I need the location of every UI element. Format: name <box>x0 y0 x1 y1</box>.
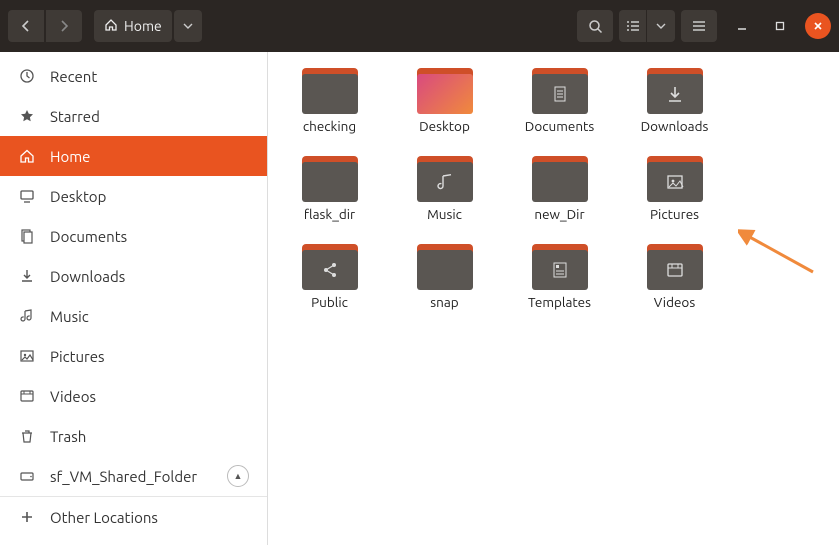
folder-label: checking <box>303 118 356 134</box>
sidebar-item-home[interactable]: Home <box>0 136 267 176</box>
folder-icon <box>417 156 473 202</box>
search-button[interactable] <box>577 10 613 42</box>
folder-icon <box>532 156 588 202</box>
sidebar-item-label: sf_VM_Shared_Folder <box>50 468 197 485</box>
folder-snap[interactable]: snap <box>407 244 482 310</box>
sidebar-item-label: Downloads <box>50 268 125 285</box>
folder-icon <box>417 68 473 114</box>
back-button[interactable] <box>8 10 44 42</box>
sidebar-item-shared[interactable]: sf_VM_Shared_Folder ▲ <box>0 456 267 496</box>
sidebar-item-label: Other Locations <box>50 509 158 526</box>
path-label: Home <box>124 18 162 34</box>
sidebar-item-label: Videos <box>50 388 96 405</box>
home-icon <box>104 18 118 35</box>
folder-label: Public <box>311 294 348 310</box>
sidebar-item-label: Home <box>50 148 90 165</box>
folder-label: Documents <box>525 118 594 134</box>
content-area[interactable]: checking Desktop Documents Downloads flask_d… <box>268 52 839 545</box>
folder-icon <box>647 68 703 114</box>
clock-icon <box>18 68 36 84</box>
eject-button[interactable]: ▲ <box>227 465 249 487</box>
documents-icon <box>18 228 36 244</box>
folder-label: Desktop <box>419 118 470 134</box>
sidebar-item-downloads[interactable]: Downloads <box>0 256 267 296</box>
hamburger-menu-button[interactable] <box>681 10 717 42</box>
folder-documents[interactable]: Documents <box>522 68 597 134</box>
drive-icon <box>18 468 36 484</box>
sidebar-item-label: Trash <box>50 428 86 445</box>
folder-icon <box>647 244 703 290</box>
video-icon <box>18 388 36 404</box>
folder-icon <box>302 244 358 290</box>
sidebar-item-music[interactable]: Music <box>0 296 267 336</box>
sidebar-item-starred[interactable]: Starred <box>0 96 267 136</box>
desktop-icon <box>18 188 36 204</box>
sidebar-item-documents[interactable]: Documents <box>0 216 267 256</box>
sidebar-item-trash[interactable]: Trash <box>0 416 267 456</box>
folder-public[interactable]: Public <box>292 244 367 310</box>
folder-label: Templates <box>528 294 591 310</box>
home-icon <box>18 148 36 164</box>
sidebar-item-recent[interactable]: Recent <box>0 56 267 96</box>
sidebar-item-label: Pictures <box>50 348 105 365</box>
folder-icon <box>302 156 358 202</box>
folder-downloads[interactable]: Downloads <box>637 68 712 134</box>
maximize-button[interactable] <box>767 13 793 39</box>
star-icon <box>18 108 36 124</box>
nav-group <box>8 10 82 42</box>
sidebar-item-videos[interactable]: Videos <box>0 376 267 416</box>
folder-icon <box>532 244 588 290</box>
download-icon <box>18 268 36 284</box>
folder-templates[interactable]: Templates <box>522 244 597 310</box>
folder-label: Videos <box>654 294 695 310</box>
sidebar-item-label: Music <box>50 308 89 325</box>
folder-label: Pictures <box>650 206 699 222</box>
path-dropdown-button[interactable] <box>174 10 202 42</box>
sidebar-item-desktop[interactable]: Desktop <box>0 176 267 216</box>
folder-new_dir[interactable]: new_Dir <box>522 156 597 222</box>
picture-icon <box>18 348 36 364</box>
close-button[interactable] <box>805 13 831 39</box>
minimize-button[interactable] <box>729 13 755 39</box>
folder-flask_dir[interactable]: flask_dir <box>292 156 367 222</box>
annotation-arrow <box>738 227 818 277</box>
view-dropdown-button[interactable] <box>647 10 675 42</box>
titlebar: Home <box>0 0 839 52</box>
music-icon <box>18 308 36 324</box>
folder-checking[interactable]: checking <box>292 68 367 134</box>
folder-icon <box>302 68 358 114</box>
path-bar[interactable]: Home <box>94 10 202 42</box>
list-view-button[interactable] <box>619 10 647 42</box>
folder-icon <box>647 156 703 202</box>
view-group <box>619 10 675 42</box>
folder-label: Downloads <box>641 118 709 134</box>
folder-desktop[interactable]: Desktop <box>407 68 482 134</box>
folder-icon <box>532 68 588 114</box>
folder-label: Music <box>427 206 462 222</box>
folder-label: new_Dir <box>534 206 584 222</box>
folder-pictures[interactable]: Pictures <box>637 156 712 222</box>
sidebar-item-other[interactable]: Other Locations <box>0 497 267 537</box>
plus-icon <box>18 509 36 525</box>
forward-button[interactable] <box>46 10 82 42</box>
folder-icon <box>417 244 473 290</box>
path-segment-home[interactable]: Home <box>94 10 172 42</box>
main: Recent Starred Home Desktop Documents Downloa… <box>0 52 839 545</box>
folder-label: flask_dir <box>304 206 355 222</box>
sidebar-item-label: Starred <box>50 108 100 125</box>
trash-icon <box>18 428 36 444</box>
folder-label: snap <box>430 294 458 310</box>
sidebar-item-pictures[interactable]: Pictures <box>0 336 267 376</box>
sidebar-item-label: Documents <box>50 228 127 245</box>
sidebar-item-label: Desktop <box>50 188 106 205</box>
folder-music[interactable]: Music <box>407 156 482 222</box>
sidebar: Recent Starred Home Desktop Documents Downloa… <box>0 52 268 545</box>
sidebar-item-label: Recent <box>50 68 97 85</box>
folder-videos[interactable]: Videos <box>637 244 712 310</box>
